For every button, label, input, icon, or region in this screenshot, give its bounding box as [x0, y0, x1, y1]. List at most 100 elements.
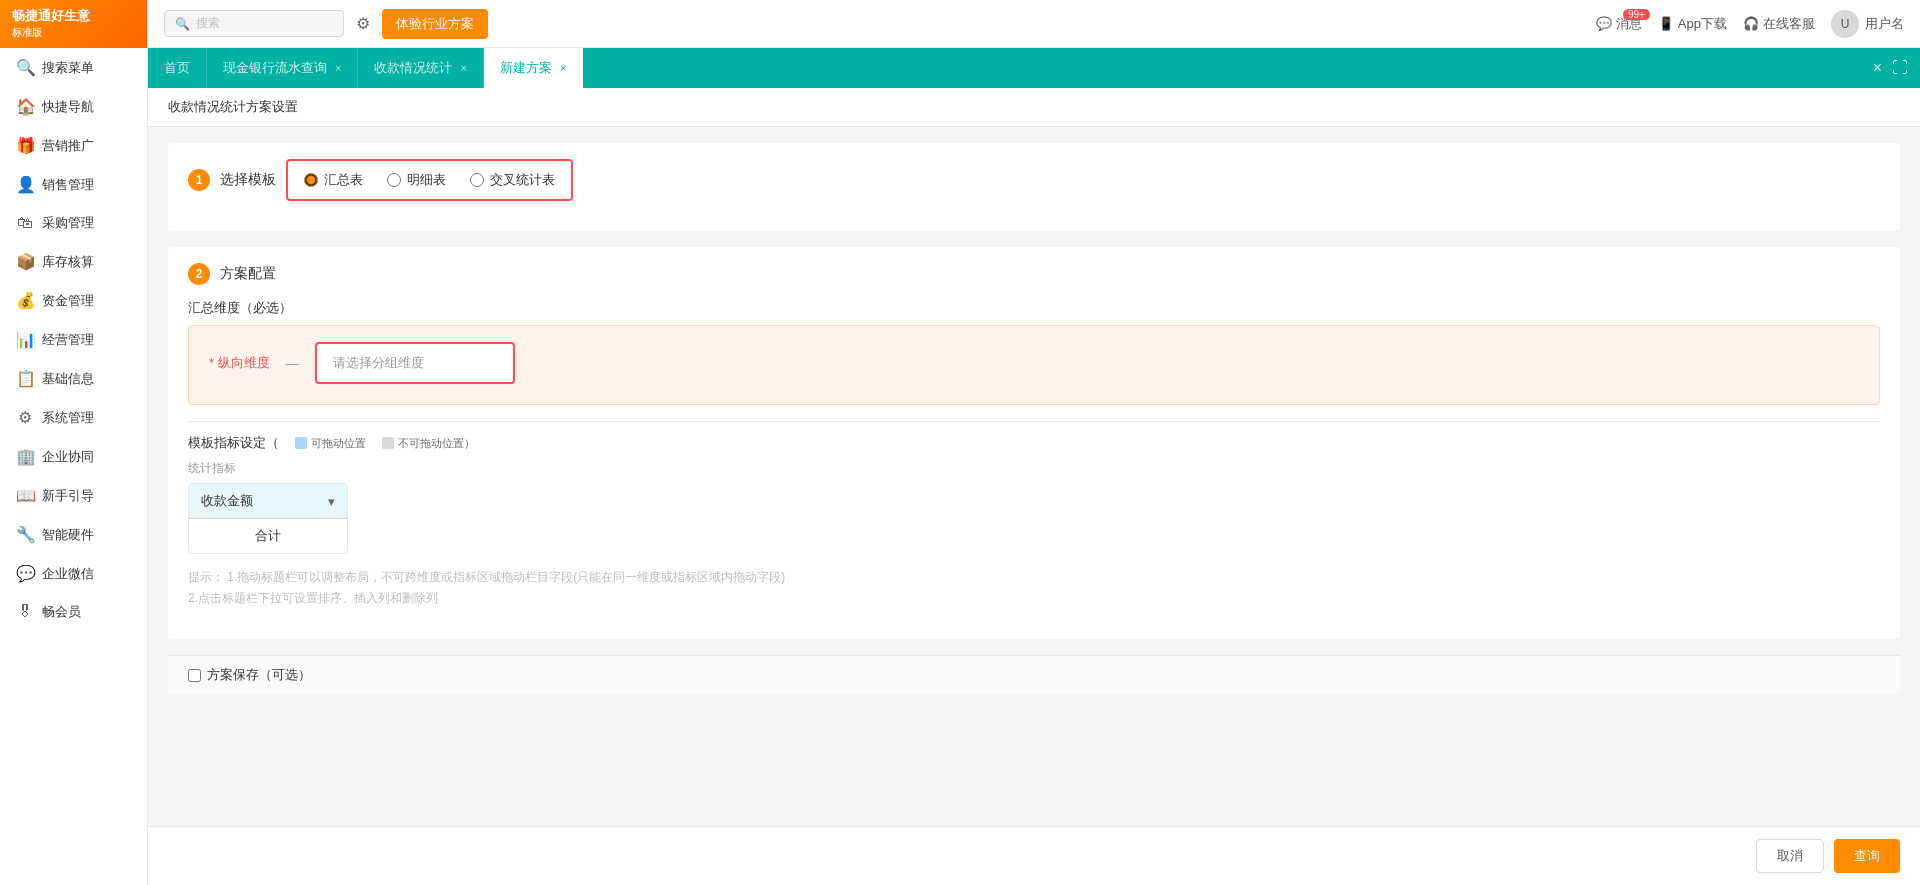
- dimension-vertical-label: * 纵向维度: [209, 354, 270, 372]
- sidebar-item-purchase[interactable]: 🛍 采购管理: [0, 204, 147, 242]
- tip-line-2: 2.点击标题栏下拉可设置排序、插入列和删除列: [188, 590, 1880, 607]
- step1-card: 1 选择模板 汇总表 明细表: [168, 143, 1900, 231]
- sidebar-item-guide[interactable]: 📖 新手引导: [0, 476, 147, 515]
- template-options: 汇总表 明细表 交叉统计表: [286, 159, 573, 201]
- radio-detail-input[interactable]: [387, 173, 401, 187]
- save-label: 方案保存（可选）: [207, 666, 311, 684]
- step1-number: 1: [188, 169, 210, 191]
- chat-icon: 💬: [16, 564, 34, 583]
- download-label: App下载: [1678, 15, 1727, 33]
- download-icon: 📱: [1658, 16, 1674, 31]
- page-title-bar: 收款情况统计方案设置: [148, 88, 1920, 127]
- bottom-action-bar: 取消 查询: [148, 826, 1920, 885]
- save-checkbox-area[interactable]: 方案保存（可选）: [188, 666, 311, 684]
- message-badge: 99+: [1623, 9, 1650, 20]
- user-avatar-area[interactable]: U 用户名: [1831, 10, 1904, 38]
- cancel-button[interactable]: 取消: [1756, 839, 1824, 873]
- sidebar-item-system[interactable]: ⚙ 系统管理: [0, 398, 147, 437]
- sidebar-item-search[interactable]: 🔍 搜索菜单: [0, 48, 147, 87]
- sidebar-item-sales[interactable]: 👤 销售管理: [0, 165, 147, 204]
- metrics-column-header[interactable]: 收款金额 ▾: [189, 484, 347, 519]
- footer-save-bar: 方案保存（可选）: [168, 655, 1900, 694]
- dropdown-icon[interactable]: ▾: [328, 494, 335, 509]
- save-checkbox[interactable]: [188, 669, 201, 682]
- gear-icon: ⚙: [16, 408, 34, 427]
- sidebar-item-weixin[interactable]: 💬 企业微信: [0, 554, 147, 593]
- sidebar-item-label: 企业协同: [42, 448, 94, 466]
- dimension-row: * 纵向维度 — 请选择分组维度: [209, 342, 1859, 384]
- sidebar-item-basic-info[interactable]: 📋 基础信息: [0, 359, 147, 398]
- money-icon: 💰: [16, 291, 34, 310]
- sidebar-item-label: 基础信息: [42, 370, 94, 388]
- query-button[interactable]: 查询: [1834, 839, 1900, 873]
- sidebar-item-label: 营销推广: [42, 137, 94, 155]
- top-header: 🔍 搜索 ⚙ 体验行业方案 💬 99+ 消息 📱 App下载 🎧 在线客服 U …: [148, 0, 1920, 48]
- tab-collection-stats-close[interactable]: ×: [460, 62, 466, 74]
- tab-home-label: 首页: [164, 59, 190, 77]
- sidebar-item-enterprise[interactable]: 🏢 企业协同: [0, 437, 147, 476]
- tab-bar: 首页 现金银行流水查询 × 收款情况统计 × 新建方案 × × ⛶: [148, 48, 1920, 88]
- list-icon: 📋: [16, 369, 34, 388]
- dimension-arrow: —: [286, 356, 299, 371]
- metrics-table-wrapper: 统计指标 收款金额 ▾ 合计: [188, 460, 1880, 557]
- draggable-color-box: [295, 437, 307, 449]
- sidebar-item-hardware[interactable]: 🔧 智能硬件: [0, 515, 147, 554]
- sidebar-item-management[interactable]: 📊 经营管理: [0, 320, 147, 359]
- radio-summary-label: 汇总表: [324, 171, 363, 189]
- message-action[interactable]: 💬 99+ 消息: [1596, 15, 1642, 33]
- radio-cross-input[interactable]: [470, 173, 484, 187]
- radio-cross[interactable]: 交叉统计表: [470, 171, 555, 189]
- sidebar-item-inventory[interactable]: 📦 库存核算: [0, 242, 147, 281]
- divider: [188, 421, 1880, 422]
- sidebar-item-quick-nav[interactable]: 🏠 快捷导航: [0, 87, 147, 126]
- statistics-title: 统计指标: [188, 460, 1880, 477]
- tab-home[interactable]: 首页: [148, 48, 207, 88]
- settings-icon[interactable]: ⚙: [356, 14, 370, 33]
- user-icon: 👤: [16, 175, 34, 194]
- column-header-label: 收款金额: [201, 492, 253, 510]
- metrics-label-row: 模板指标设定（ 可拖动位置 不可拖动位置）: [188, 434, 1880, 452]
- trial-button[interactable]: 体验行业方案: [382, 9, 488, 39]
- tab-new-plan[interactable]: 新建方案 ×: [484, 48, 583, 88]
- global-search[interactable]: 🔍 搜索: [164, 10, 344, 37]
- metrics-setting-prefix: 模板指标设定（: [188, 434, 279, 452]
- tab-cash-flow[interactable]: 现金银行流水查询 ×: [207, 48, 358, 88]
- bag-icon: 🛍: [16, 214, 34, 232]
- content-area: 收款情况统计方案设置 1 选择模板 汇总表 明细表: [148, 88, 1920, 885]
- tab-close-all-icon[interactable]: ×: [1873, 59, 1882, 77]
- sidebar-item-label: 采购管理: [42, 214, 94, 232]
- radio-summary[interactable]: 汇总表: [304, 171, 363, 189]
- tab-cash-flow-label: 现金银行流水查询: [223, 59, 327, 77]
- radio-summary-input[interactable]: [304, 173, 318, 187]
- sidebar-item-label: 销售管理: [42, 176, 94, 194]
- tab-new-plan-label: 新建方案: [500, 59, 552, 77]
- avatar: U: [1831, 10, 1859, 38]
- sidebar-item-marketing[interactable]: 🎁 营销推广: [0, 126, 147, 165]
- sidebar-item-finance[interactable]: 💰 资金管理: [0, 281, 147, 320]
- radio-cross-label: 交叉统计表: [490, 171, 555, 189]
- sidebar-item-member[interactable]: 🎖 畅会员: [0, 593, 147, 631]
- username-label: 用户名: [1865, 15, 1904, 33]
- sidebar-item-label: 新手引导: [42, 487, 94, 505]
- message-icon: 💬: [1596, 16, 1612, 31]
- tips-area: 提示： 1.拖动标题栏可以调整布局，不可跨维度或指标区域拖动栏目字段(只能在同一…: [188, 569, 1880, 607]
- tab-collection-stats[interactable]: 收款情况统计 ×: [358, 48, 483, 88]
- draggable-badge: 可拖动位置: [295, 436, 366, 451]
- sidebar-item-label: 畅会员: [42, 603, 81, 621]
- tab-expand-icon[interactable]: ⛶: [1892, 59, 1908, 77]
- dimension-select[interactable]: 请选择分组维度: [315, 342, 515, 384]
- dimension-title: 汇总维度（必选）: [188, 299, 1880, 317]
- draggable-label: 可拖动位置: [311, 436, 366, 451]
- tab-new-plan-close[interactable]: ×: [560, 62, 566, 74]
- tab-cash-flow-close[interactable]: ×: [335, 62, 341, 74]
- sidebar-item-label: 智能硬件: [42, 526, 94, 544]
- step2-number: 2: [188, 263, 210, 285]
- download-action[interactable]: 📱 App下载: [1658, 15, 1727, 33]
- sidebar-item-label: 系统管理: [42, 409, 94, 427]
- dimension-area: * 纵向维度 — 请选择分组维度: [188, 325, 1880, 405]
- tip-text-2: 2.点击标题栏下拉可设置排序、插入列和删除列: [188, 590, 438, 607]
- service-action[interactable]: 🎧 在线客服: [1743, 15, 1815, 33]
- step2-header: 2 方案配置: [188, 263, 1880, 285]
- search-menu-icon: 🔍: [16, 58, 34, 77]
- radio-detail[interactable]: 明细表: [387, 171, 446, 189]
